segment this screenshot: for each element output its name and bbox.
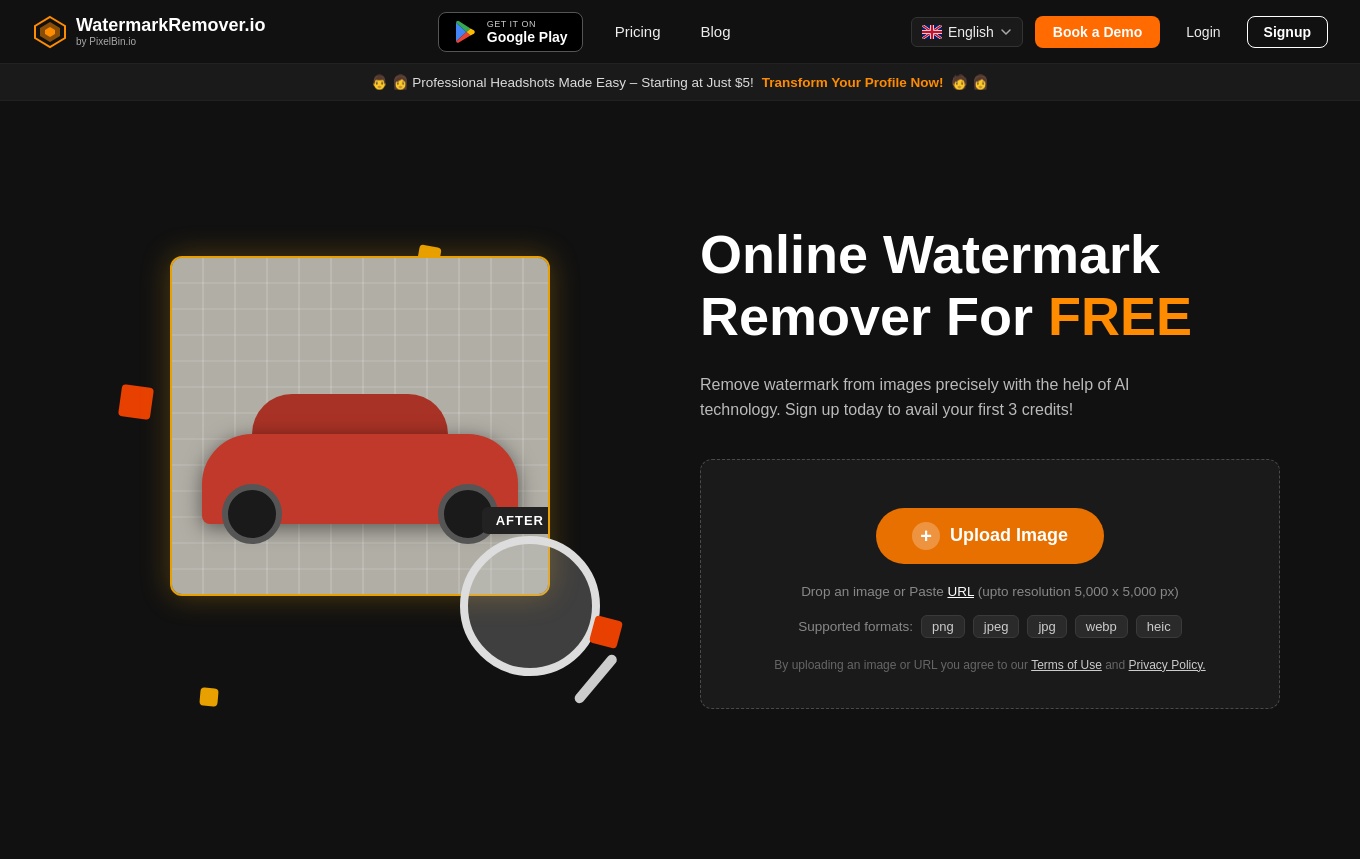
format-badge-jpg: jpg	[1027, 615, 1066, 638]
navbar: WatermarkRemover.io by PixelBin.io GET I…	[0, 0, 1360, 64]
book-demo-button[interactable]: Book a Demo	[1035, 16, 1160, 48]
car-silhouette	[192, 404, 528, 554]
deco-square-4	[199, 687, 219, 707]
plus-icon: +	[912, 522, 940, 550]
privacy-policy-link[interactable]: Privacy Policy.	[1129, 658, 1206, 672]
magnifier-circle	[460, 536, 600, 676]
format-badge-webp: webp	[1075, 615, 1128, 638]
terms-of-use-link[interactable]: Terms of Use	[1031, 658, 1102, 672]
url-link[interactable]: URL	[947, 584, 974, 599]
navbar-right: English Book a Demo Login Signup	[911, 16, 1328, 48]
hero-image-wrapper: AFTER	[170, 256, 590, 676]
google-play-text: GET IT ON Google Play	[487, 19, 568, 45]
logo-title: WatermarkRemover.io	[76, 16, 265, 36]
announcement-suffix: 🧑 👩	[951, 74, 989, 90]
navbar-center: GET IT ON Google Play Pricing Blog	[438, 12, 739, 52]
announcement-cta[interactable]: Transform Your Profile Now!	[762, 75, 944, 90]
after-badge: AFTER	[482, 507, 550, 534]
signup-button[interactable]: Signup	[1247, 16, 1328, 48]
announcement-bar: 👨 👩 Professional Headshots Made Easy – S…	[0, 64, 1360, 101]
login-button[interactable]: Login	[1172, 16, 1234, 48]
hero-title-free: FREE	[1048, 286, 1192, 346]
logo-icon	[32, 14, 68, 50]
google-play-icon	[453, 20, 477, 44]
format-badge-jpeg: jpeg	[973, 615, 1020, 638]
formats-label: Supported formats:	[798, 619, 913, 634]
terms-text: By uploading an image or URL you agree t…	[733, 658, 1247, 672]
language-label: English	[948, 24, 994, 40]
car-wheel-left	[222, 484, 282, 544]
announcement-text: 👨 👩 Professional Headshots Made Easy – S…	[371, 74, 754, 90]
hero-content: Online Watermark Remover For FREE Remove…	[700, 223, 1280, 708]
blog-link[interactable]: Blog	[693, 19, 739, 44]
hero-illustration: AFTER	[120, 206, 640, 726]
format-badge-png: png	[921, 615, 965, 638]
hero-title: Online Watermark Remover For FREE	[700, 223, 1280, 347]
google-play-button[interactable]: GET IT ON Google Play	[438, 12, 583, 52]
deco-square-2	[118, 384, 154, 420]
upload-subtext: Drop an image or Paste URL (upto resolut…	[733, 584, 1247, 599]
upload-box: + Upload Image Drop an image or Paste UR…	[700, 459, 1280, 709]
logo-subtitle: by PixelBin.io	[76, 36, 265, 47]
supported-formats: Supported formats: png jpeg jpg webp hei…	[733, 615, 1247, 638]
logo-area: WatermarkRemover.io by PixelBin.io	[32, 14, 265, 50]
chevron-down-icon	[1000, 26, 1012, 38]
pricing-link[interactable]: Pricing	[607, 19, 669, 44]
language-selector[interactable]: English	[911, 17, 1023, 47]
format-badge-heic: heic	[1136, 615, 1182, 638]
upload-image-button[interactable]: + Upload Image	[876, 508, 1104, 564]
english-flag-icon	[922, 25, 942, 39]
magnifier-handle	[573, 653, 619, 705]
hero-description: Remove watermark from images precisely w…	[700, 372, 1200, 423]
hero-section: AFTER Online Watermark Remover For FREE …	[0, 101, 1360, 831]
upload-button-label: Upload Image	[950, 525, 1068, 546]
